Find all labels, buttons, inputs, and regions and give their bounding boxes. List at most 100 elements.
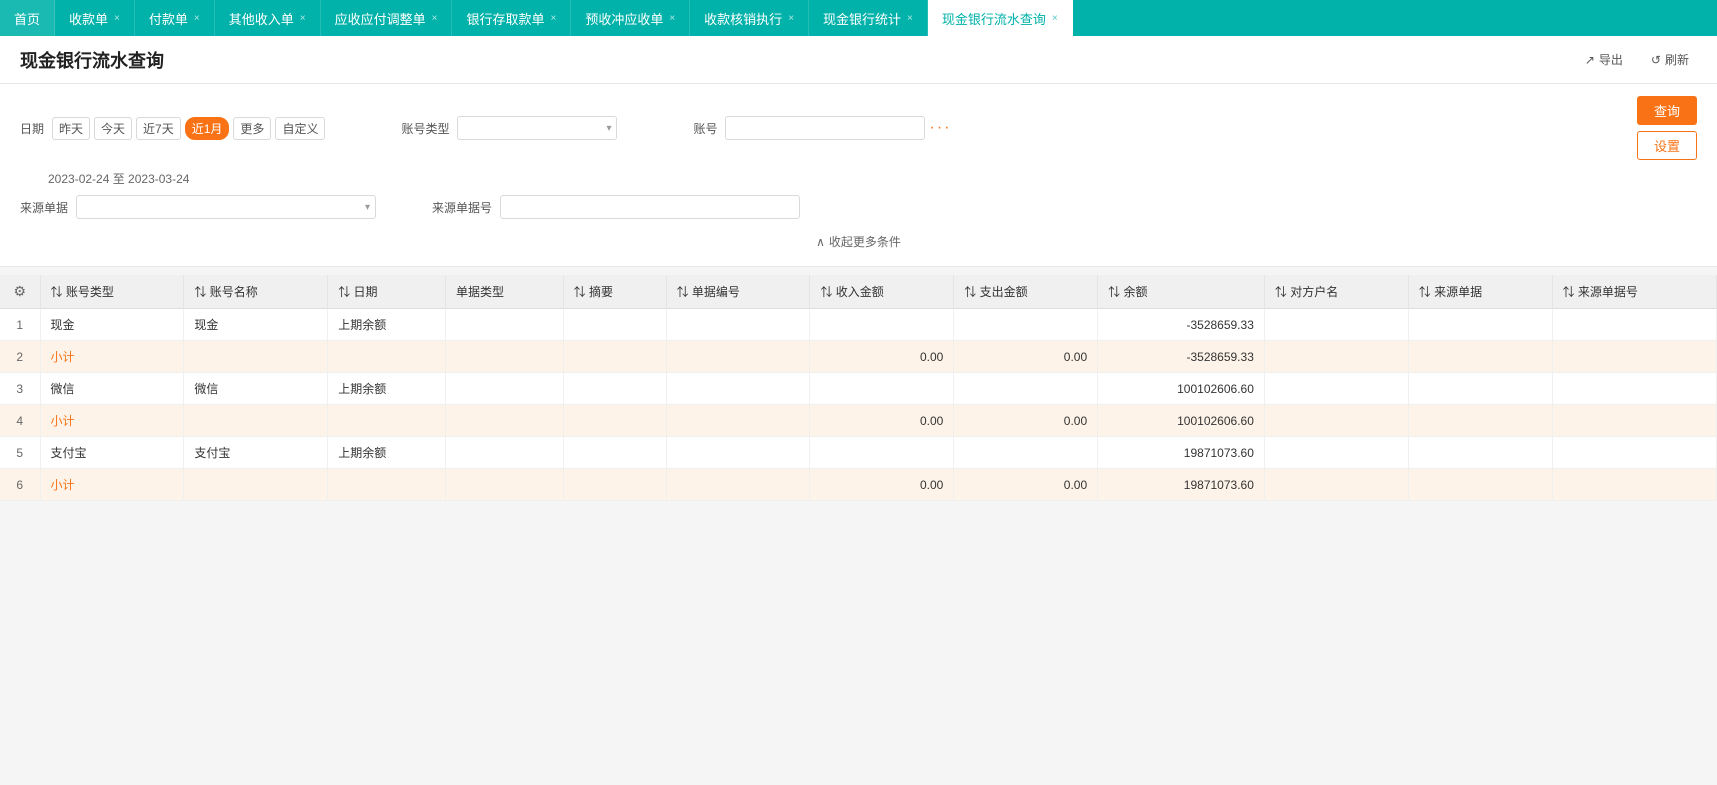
date-btn-custom[interactable]: 自定义 [275,117,325,140]
date-btn-yesterday[interactable]: 昨天 [52,117,90,140]
cell-expense: 0.00 [954,469,1098,501]
cell-doc_no [666,405,810,437]
cell-summary [563,309,666,341]
close-receipts-icon[interactable]: × [114,13,120,24]
source-doc-label: 来源单据 [20,199,68,216]
col-settings[interactable]: ⚙ [0,275,40,309]
nav-cash-bank-flow[interactable]: 现金银行流水查询 × [928,0,1073,36]
account-no-filter-group: 账号 ··· [693,116,951,140]
cell-source_doc [1408,469,1552,501]
close-cash-flow-icon[interactable]: × [1052,13,1058,24]
cell-account_type: 小计 [40,405,184,437]
cell-account_type: 支付宝 [40,437,184,469]
source-doc-select[interactable] [76,195,376,219]
table-row[interactable]: 4小计0.000.00100102606.60 [0,405,1717,437]
nav-ar-ap-adjust[interactable]: 应收应付调整单 × [321,0,453,36]
source-doc-no-input[interactable] [500,195,800,219]
query-button[interactable]: 查询 [1637,96,1697,125]
close-cash-stats-icon[interactable]: × [907,13,913,24]
nav-bank-withdraw[interactable]: 银行存取款单 × [452,0,571,36]
filter-row-1: 日期 昨天 今天 近7天 近1月 更多 自定义 账号类型 ▾ 账号 [20,96,1697,160]
cell-source_doc [1408,341,1552,373]
date-btn-today[interactable]: 今天 [94,117,132,140]
nav-cash-bank-stats[interactable]: 现金银行统计 × [809,0,928,36]
cell-summary [563,437,666,469]
cell-expense [954,309,1098,341]
table-row[interactable]: 5支付宝支付宝上期余额19871073.60 [0,437,1717,469]
nav-other-income[interactable]: 其他收入单 × [215,0,321,36]
close-advance-offset-icon[interactable]: × [669,13,675,24]
cell-expense: 0.00 [954,341,1098,373]
cell-source_doc [1408,437,1552,469]
close-other-income-icon[interactable]: × [300,13,306,24]
cell-counterparty [1264,405,1408,437]
table-body: 1现金现金上期余额-3528659.332小计0.000.00-3528659.… [0,309,1717,501]
close-payments-icon[interactable]: × [194,13,200,24]
account-type-select[interactable] [457,116,617,140]
col-account-name-label: ⇅ 账号名称 [194,285,257,299]
account-no-input-group: ··· [725,116,951,140]
col-account-type[interactable]: ⇅ 账号类型 [40,275,184,309]
settings-button[interactable]: 设置 [1637,131,1697,160]
account-no-input[interactable] [725,116,925,140]
cell-counterparty [1264,437,1408,469]
cell-date: 上期余额 [328,373,446,405]
table-row[interactable]: 2小计0.000.00-3528659.33 [0,341,1717,373]
cell-balance: -3528659.33 [1098,309,1265,341]
table-row[interactable]: 6小计0.000.0019871073.60 [0,469,1717,501]
table-row[interactable]: 1现金现金上期余额-3528659.33 [0,309,1717,341]
cell-expense: 0.00 [954,405,1098,437]
collapse-filters-bar[interactable]: ∧ 收起更多条件 [20,229,1697,254]
col-doc-no[interactable]: ⇅ 单据编号 [666,275,810,309]
cell-account_name [184,341,328,373]
export-button[interactable]: ↗ 导出 [1577,47,1631,72]
cell-balance: 19871073.60 [1098,437,1265,469]
cell-doc_no [666,373,810,405]
col-date[interactable]: ⇅ 日期 [328,275,446,309]
col-counterparty[interactable]: ⇅ 对方户名 [1264,275,1408,309]
cell-source_doc_no [1552,373,1716,405]
col-expense[interactable]: ⇅ 支出金额 [954,275,1098,309]
cell-date [328,469,446,501]
col-balance[interactable]: ⇅ 余额 [1098,275,1265,309]
nav-payments[interactable]: 付款单 × [135,0,215,36]
table-settings-icon[interactable]: ⚙ [13,283,26,299]
col-income[interactable]: ⇅ 收入金额 [810,275,954,309]
date-btn-more[interactable]: 更多 [233,117,271,140]
cell-counterparty [1264,373,1408,405]
filter-area: 日期 昨天 今天 近7天 近1月 更多 自定义 账号类型 ▾ 账号 [0,84,1717,267]
col-account-name[interactable]: ⇅ 账号名称 [184,275,328,309]
nav-receipts[interactable]: 收款单 × [55,0,135,36]
nav-advance-offset[interactable]: 预收冲应收单 × [571,0,690,36]
cell-index: 3 [0,373,40,405]
col-doc-type[interactable]: 单据类型 [445,275,563,309]
table-header: ⚙ ⇅ 账号类型 ⇅ 账号名称 ⇅ 日期 单据类型 ⇅ 摘要 ⇅ [0,275,1717,309]
date-label: 日期 [20,120,44,137]
table-row[interactable]: 3微信微信上期余额100102606.60 [0,373,1717,405]
cell-income: 0.00 [810,341,954,373]
close-bank-withdraw-icon[interactable]: × [550,13,556,24]
close-collection-exec-icon[interactable]: × [788,13,794,24]
source-doc-select-wrapper: ▾ [76,195,376,219]
filter-row-2: 来源单据 ▾ 来源单据号 [20,195,1697,219]
col-doc-no-label: ⇅ 单据编号 [677,285,740,299]
col-summary[interactable]: ⇅ 摘要 [563,275,666,309]
nav-collection-exec[interactable]: 收款核销执行 × [690,0,809,36]
refresh-button[interactable]: ↺ 刷新 [1643,47,1697,72]
cell-index: 1 [0,309,40,341]
date-btn-7days[interactable]: 近7天 [136,117,181,140]
account-no-more-icon[interactable]: ··· [929,119,951,137]
cell-account_name: 支付宝 [184,437,328,469]
cell-balance: -3528659.33 [1098,341,1265,373]
cell-source_doc [1408,373,1552,405]
col-income-label: ⇅ 收入金额 [820,285,883,299]
col-source-doc-no[interactable]: ⇅ 来源单据号 [1552,275,1716,309]
cell-doc_type [445,437,563,469]
close-ar-ap-icon[interactable]: × [432,13,438,24]
cell-date: 上期余额 [328,309,446,341]
cell-income [810,437,954,469]
date-btn-1month[interactable]: 近1月 [185,117,230,140]
nav-home[interactable]: 首页 [0,0,55,36]
col-source-doc[interactable]: ⇅ 来源单据 [1408,275,1552,309]
cell-date: 上期余额 [328,437,446,469]
